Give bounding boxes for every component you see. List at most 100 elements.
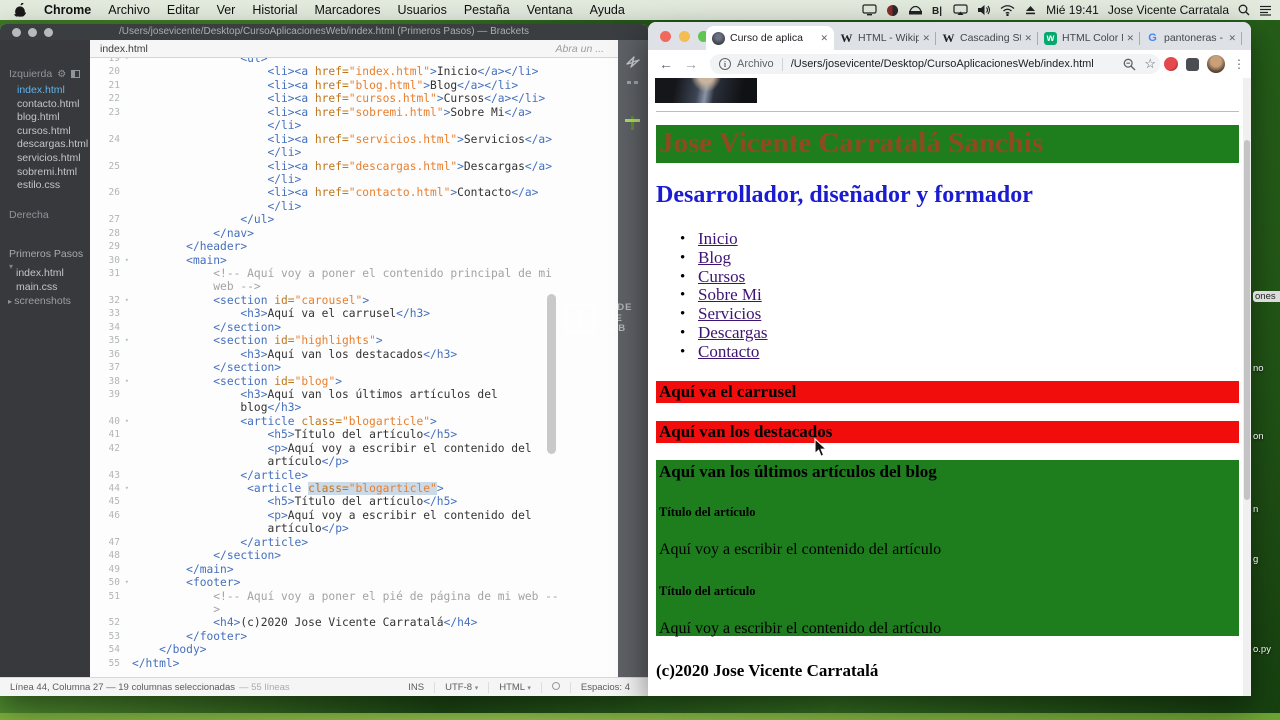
chrome-menu-icon[interactable]: ⋮ bbox=[1233, 57, 1245, 71]
menubar-item[interactable]: Usuarios bbox=[398, 3, 447, 17]
working-file[interactable]: cursos.html bbox=[0, 125, 90, 139]
apple-menu-icon[interactable] bbox=[14, 3, 26, 17]
code-row[interactable]: 25 <li><a href="descargas.html">Descarga… bbox=[90, 160, 618, 173]
brackets-traffic-lights[interactable] bbox=[12, 28, 53, 37]
nav-link[interactable]: Descargas bbox=[698, 323, 768, 342]
desktop-icon-label[interactable]: n bbox=[1253, 504, 1280, 515]
menubar-item[interactable]: Archivo bbox=[108, 3, 150, 17]
code-row[interactable]: 37 </section> bbox=[90, 361, 618, 374]
indent-setting[interactable]: Espacios: 4 bbox=[569, 681, 640, 693]
code-row[interactable]: 19 ▾ <ul> bbox=[90, 58, 618, 65]
nav-link[interactable]: Inicio bbox=[698, 229, 738, 248]
extension-icon[interactable] bbox=[1164, 57, 1178, 71]
chrome-traffic-lights[interactable] bbox=[660, 31, 709, 42]
nav-link[interactable]: Servicios bbox=[698, 304, 761, 323]
working-file[interactable]: estilo.css bbox=[0, 179, 90, 193]
code-row[interactable]: 42 <p>Aquí voy a escribir el contenido d… bbox=[90, 442, 618, 455]
code-row[interactable]: 53 </footer> bbox=[90, 630, 618, 643]
code-row[interactable]: 30 ▾ <main> bbox=[90, 254, 618, 267]
code-row[interactable]: artículo</p> bbox=[90, 522, 618, 535]
nav-link[interactable]: Blog bbox=[698, 248, 731, 267]
code-row[interactable]: 27 </ul> bbox=[90, 213, 618, 226]
code-row[interactable]: </li> bbox=[90, 119, 618, 132]
code-row[interactable]: 43 </article> bbox=[90, 469, 618, 482]
menubar-item[interactable]: Historial bbox=[252, 3, 297, 17]
code-row[interactable]: 31 <!-- Aquí voy a poner el contenido pr… bbox=[90, 267, 618, 280]
project-file[interactable]: screenshots bbox=[0, 294, 90, 308]
code-row[interactable]: 55 </html> bbox=[90, 657, 618, 670]
nav-link[interactable]: Sobre Mi bbox=[698, 285, 762, 304]
profile-avatar[interactable] bbox=[1207, 55, 1225, 73]
close-button[interactable] bbox=[12, 28, 21, 37]
code-row[interactable]: 32 ▾ <section id="carousel"> bbox=[90, 294, 618, 307]
menubar-item[interactable]: Ventana bbox=[527, 3, 573, 17]
split-view-icon[interactable] bbox=[71, 70, 81, 78]
extension-icon-2[interactable] bbox=[1186, 57, 1199, 71]
code-row[interactable]: 44 ▾ <article class="blogarticle"> bbox=[90, 482, 618, 495]
zoom-button[interactable] bbox=[44, 28, 53, 37]
code-row[interactable]: > bbox=[90, 603, 618, 616]
tab-close-icon[interactable]: ✕ bbox=[1228, 33, 1236, 44]
nav-link[interactable]: Cursos bbox=[698, 267, 745, 286]
working-file[interactable]: servicios.html bbox=[0, 152, 90, 166]
menubar-item[interactable]: Chrome bbox=[44, 3, 91, 17]
menubar-username[interactable]: Jose Vicente Carratala bbox=[1108, 3, 1229, 17]
code-row[interactable]: 34 </section> bbox=[90, 321, 618, 334]
input-menu-icon[interactable]: B| bbox=[932, 4, 944, 16]
code-row[interactable]: 36 <h3>Aquí van los destacados</h3> bbox=[90, 348, 618, 361]
code-row[interactable]: artículo</p> bbox=[90, 455, 618, 468]
code-row[interactable]: 26 <li><a href="contacto.html">Contacto<… bbox=[90, 186, 618, 199]
browser-tab[interactable]: pantoneras - B ✕ bbox=[1140, 26, 1242, 50]
desktop-icon-label[interactable]: g bbox=[1253, 554, 1280, 565]
desktop-icon-label[interactable]: o.py bbox=[1253, 644, 1280, 655]
code-row[interactable]: 35 ▾ <section id="highlights"> bbox=[90, 334, 618, 347]
code-row[interactable]: 38 ▾ <section id="blog"> bbox=[90, 375, 618, 388]
browser-tab[interactable]: HTML Color N ✕ bbox=[1038, 26, 1140, 50]
encoding-select[interactable]: UTF-8 ▾ bbox=[434, 681, 488, 693]
code-row[interactable]: 39 <h3>Aquí van los últimos artículos de… bbox=[90, 388, 618, 401]
tab-close-icon[interactable]: ✕ bbox=[1024, 33, 1032, 44]
code-row[interactable]: 20 <li><a href="index.html">Inicio</a></… bbox=[90, 65, 618, 78]
code-row[interactable]: 46 <p>Aquí voy a escribir el contenido d… bbox=[90, 509, 618, 522]
menubar-item[interactable]: Pestaña bbox=[464, 3, 510, 17]
code-row[interactable]: 52 <h4>(c)2020 Jose Vicente Carratalá</h… bbox=[90, 616, 618, 629]
code-row[interactable]: 51 <!-- Aquí voy a poner el pié de págin… bbox=[90, 590, 618, 603]
back-button[interactable]: ← bbox=[659, 56, 673, 72]
browser-tab[interactable]: Curso de aplica ✕ bbox=[706, 26, 834, 50]
project-file[interactable]: main.css bbox=[0, 280, 90, 294]
minimize-button[interactable] bbox=[679, 31, 690, 42]
code-row[interactable]: 41 <h5>Título del artículo</h5> bbox=[90, 428, 618, 441]
code-row[interactable]: 54 </body> bbox=[90, 643, 618, 656]
url-text[interactable]: /Users/josevicente/Desktop/CursoAplicaci… bbox=[791, 58, 1094, 70]
code-row[interactable]: </li> bbox=[90, 200, 618, 213]
menubar-item[interactable]: Editar bbox=[167, 3, 200, 17]
quick-open-hint[interactable]: Abra un ... bbox=[556, 40, 604, 58]
eject-icon[interactable] bbox=[1024, 4, 1037, 16]
working-file[interactable]: index.html bbox=[0, 84, 90, 98]
screen-mirroring-icon[interactable] bbox=[953, 4, 968, 16]
lint-status-icon[interactable] bbox=[540, 681, 570, 693]
code-row[interactable]: 48 </section> bbox=[90, 549, 618, 562]
code-editor[interactable]: 19 ▾ <ul> 20 <li><a href="index.html">Inic… bbox=[90, 58, 618, 696]
project-name[interactable]: Primeros Pasos bbox=[9, 248, 83, 260]
gear-icon[interactable]: ⚙ bbox=[57, 69, 66, 80]
code-row[interactable]: 40 ▾ <article class="blogarticle"> bbox=[90, 415, 618, 428]
code-row[interactable]: 47 </article> bbox=[90, 536, 618, 549]
insert-mode[interactable]: INS bbox=[398, 682, 434, 693]
desktop-icon-label[interactable]: no bbox=[1253, 363, 1280, 374]
code-row[interactable]: 29 </header> bbox=[90, 240, 618, 253]
close-button[interactable] bbox=[660, 31, 671, 42]
address-bar[interactable]: i Archivo /Users/josevicente/Desktop/Cur… bbox=[710, 54, 1160, 74]
tab-close-icon[interactable]: ✕ bbox=[922, 33, 930, 44]
dock-app-icon[interactable] bbox=[908, 5, 923, 16]
display-icon[interactable] bbox=[862, 4, 877, 16]
code-row[interactable]: 49 </main> bbox=[90, 563, 618, 576]
code-row[interactable]: blog</h3> bbox=[90, 401, 618, 414]
project-file[interactable]: index.html bbox=[0, 266, 90, 280]
code-row[interactable]: 23 <li><a href="sobremi.html">Sobre Mi</… bbox=[90, 106, 618, 119]
working-file[interactable]: blog.html bbox=[0, 111, 90, 125]
working-file[interactable]: descargas.html bbox=[0, 138, 90, 152]
code-row[interactable]: 50 ▾ <footer> bbox=[90, 576, 618, 589]
code-row[interactable]: 22 <li><a href="cursos.html">Cursos</a><… bbox=[90, 92, 618, 105]
code-row[interactable]: 28 </nav> bbox=[90, 227, 618, 240]
